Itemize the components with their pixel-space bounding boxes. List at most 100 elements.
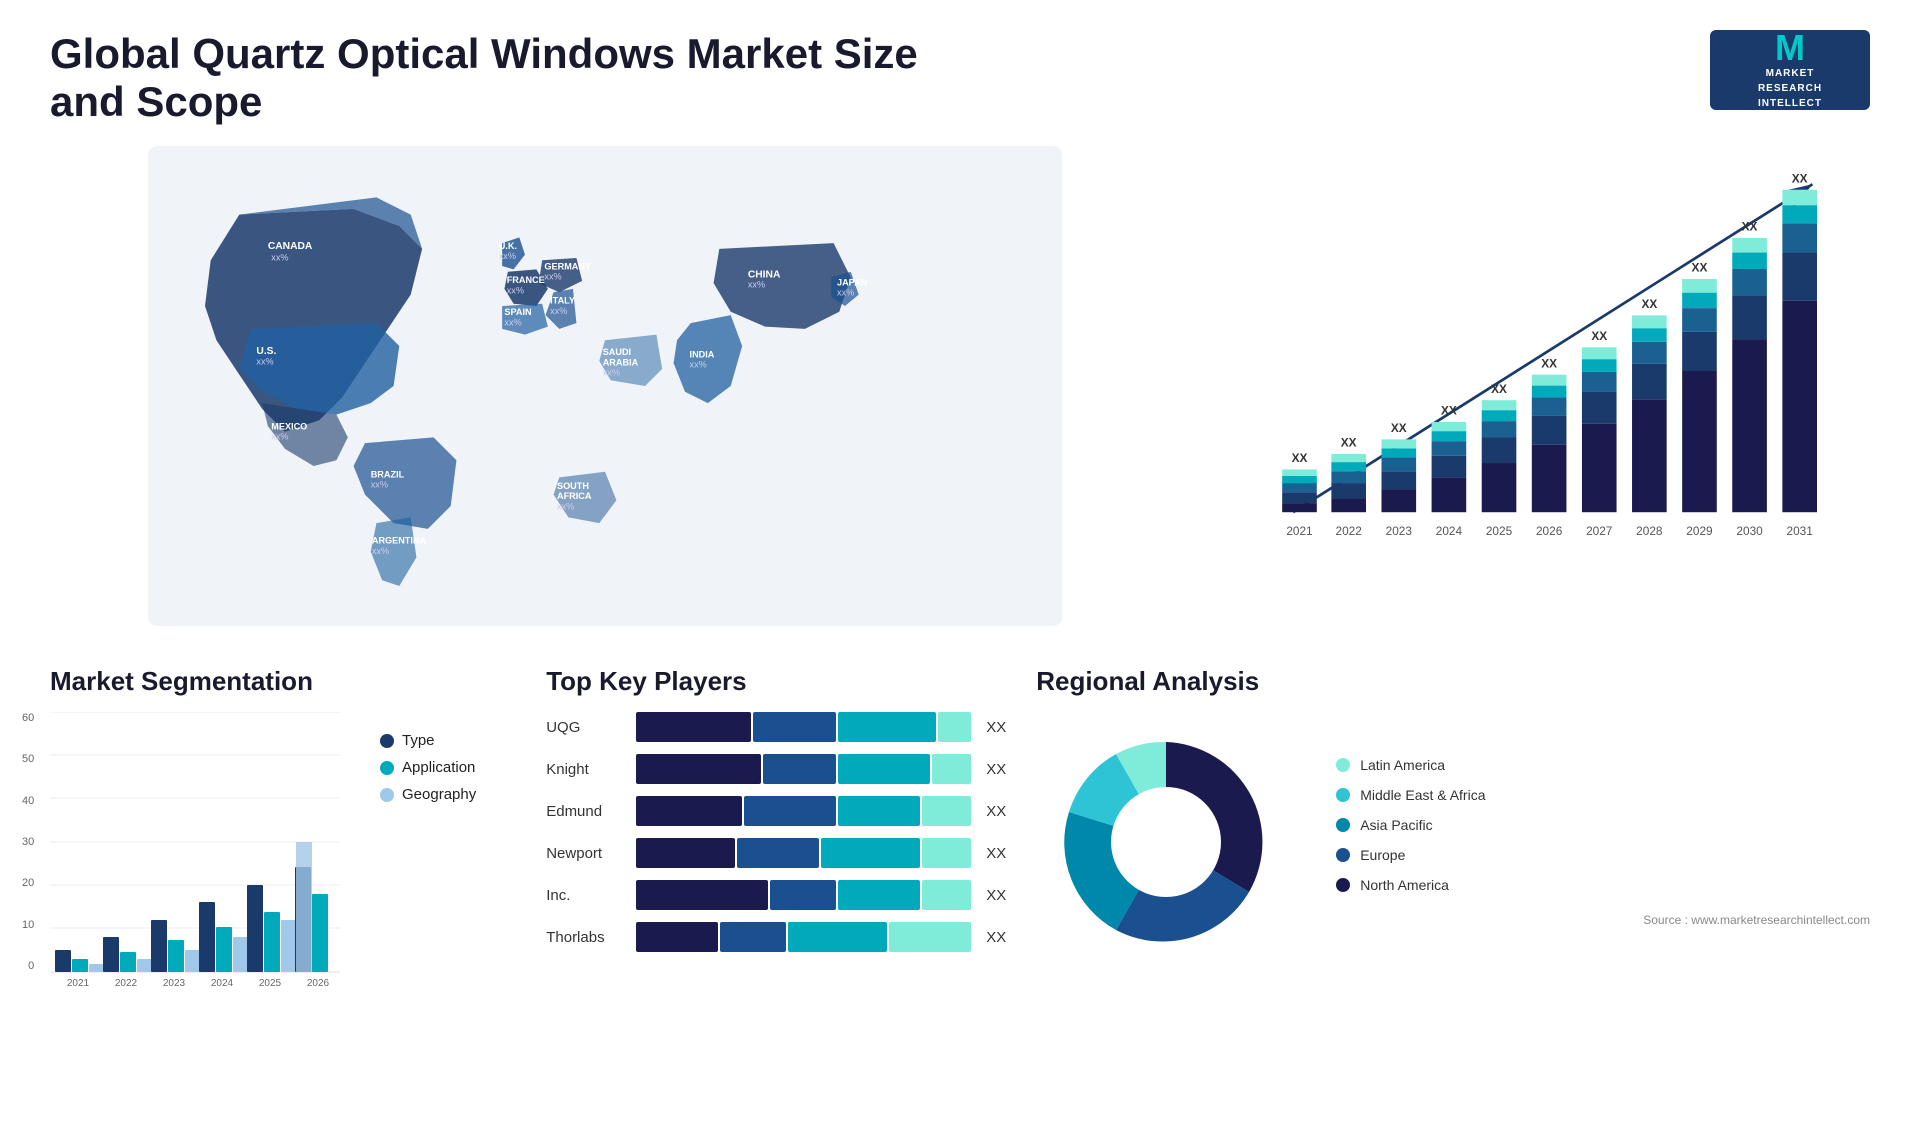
- svg-text:INDIA: INDIA: [690, 349, 715, 359]
- reg-legend-latin-america: Latin America: [1336, 757, 1870, 773]
- svg-text:xx%: xx%: [371, 480, 388, 490]
- segmentation-section: Market Segmentation 60 50 40 30 20 10 0: [50, 666, 476, 1007]
- growth-chart: XX 2021 XX 2022 XX 2023: [1190, 146, 1870, 626]
- svg-text:AFRICA: AFRICA: [557, 491, 592, 501]
- svg-text:CANADA: CANADA: [268, 241, 313, 252]
- svg-text:2028: 2028: [1636, 524, 1663, 538]
- svg-text:XX: XX: [1792, 171, 1808, 185]
- player-xx-newport: XX: [986, 845, 1006, 862]
- svg-text:SPAIN: SPAIN: [504, 307, 531, 317]
- svg-text:2030: 2030: [1736, 524, 1763, 538]
- svg-text:XX: XX: [1541, 356, 1557, 370]
- svg-text:2031: 2031: [1787, 524, 1813, 538]
- svg-text:U.K.: U.K.: [499, 241, 517, 251]
- svg-text:xx%: xx%: [507, 285, 524, 295]
- svg-text:BRAZIL: BRAZIL: [371, 469, 405, 479]
- svg-text:xx%: xx%: [271, 432, 288, 442]
- reg-label-latin-america: Latin America: [1360, 757, 1445, 773]
- players-title: Top Key Players: [546, 666, 1006, 697]
- regional-inner: Latin America Middle East & Africa Asia …: [1036, 712, 1870, 972]
- reg-label-asia-pacific: Asia Pacific: [1360, 817, 1432, 833]
- reg-legend-middle-east: Middle East & Africa: [1336, 787, 1870, 803]
- logo-text-line1: MARKET: [1758, 66, 1822, 81]
- reg-dot-latin-america: [1336, 758, 1350, 772]
- legend-dot-type: [380, 734, 394, 748]
- reg-label-north-america: North America: [1360, 877, 1449, 893]
- segmentation-title: Market Segmentation: [50, 666, 476, 697]
- legend-application: Application: [380, 759, 476, 776]
- svg-text:2023: 2023: [1386, 524, 1413, 538]
- legend-type: Type: [380, 732, 476, 749]
- svg-text:xx%: xx%: [504, 317, 521, 327]
- reg-dot-asia-pacific: [1336, 818, 1350, 832]
- reg-dot-middle-east: [1336, 788, 1350, 802]
- logo-letter: M: [1758, 30, 1822, 66]
- top-section: CANADA xx% U.S. xx% MEXICO xx% BRAZIL xx…: [50, 146, 1870, 626]
- y-label-30: 30: [22, 836, 34, 848]
- svg-text:XX: XX: [1742, 220, 1758, 234]
- player-bar-edmund: [636, 796, 971, 826]
- legend-label-geography: Geography: [402, 786, 476, 803]
- y-label-10: 10: [22, 919, 34, 931]
- legend-label-application: Application: [402, 759, 475, 776]
- svg-text:2026: 2026: [307, 978, 330, 989]
- svg-text:XX: XX: [1692, 261, 1708, 275]
- logo-area: M MARKET RESEARCH INTELLECT: [1710, 30, 1870, 110]
- legend-dot-geography: [380, 788, 394, 802]
- player-xx-thorlabs: XX: [986, 929, 1006, 946]
- svg-text:JAPAN: JAPAN: [837, 277, 867, 287]
- reg-label-europe: Europe: [1360, 847, 1405, 863]
- logo-text-line3: INTELLECT: [1758, 96, 1822, 111]
- svg-text:xx%: xx%: [544, 272, 561, 282]
- donut-chart: [1036, 712, 1296, 972]
- y-label-60: 60: [22, 712, 34, 724]
- svg-text:2024: 2024: [1436, 524, 1463, 538]
- svg-text:2022: 2022: [1336, 524, 1362, 538]
- legend-dot-application: [380, 761, 394, 775]
- svg-text:ARGENTINA: ARGENTINA: [372, 536, 427, 546]
- logo-text-line2: RESEARCH: [1758, 81, 1822, 96]
- player-bar-newport: [636, 838, 971, 868]
- segmentation-legend: Type Application Geography: [380, 732, 476, 813]
- player-name-uqg: UQG: [546, 719, 626, 736]
- svg-text:xx%: xx%: [271, 252, 288, 262]
- svg-text:2025: 2025: [1486, 524, 1513, 538]
- player-name-newport: Newport: [546, 845, 626, 862]
- svg-text:XX: XX: [1591, 329, 1607, 343]
- player-name-knight: Knight: [546, 761, 626, 778]
- reg-dot-north-america: [1336, 878, 1350, 892]
- svg-text:SAUDI: SAUDI: [603, 347, 631, 357]
- y-label-20: 20: [22, 877, 34, 889]
- source-text: Source : www.marketresearchintellect.com: [1336, 913, 1870, 927]
- page-header: Global Quartz Optical Windows Market Siz…: [50, 30, 1870, 126]
- legend-label-type: Type: [402, 732, 435, 749]
- svg-text:XX: XX: [1292, 451, 1308, 465]
- svg-text:xx%: xx%: [748, 280, 765, 290]
- reg-legend-europe: Europe: [1336, 847, 1870, 863]
- players-section: Top Key Players UQG XX Knight XX: [506, 666, 1006, 1007]
- player-row-newport: Newport XX: [546, 838, 1006, 868]
- svg-text:GERMANY: GERMANY: [544, 261, 591, 271]
- regional-title: Regional Analysis: [1036, 666, 1870, 697]
- svg-text:ARABIA: ARABIA: [603, 357, 639, 367]
- player-bar-inc: [636, 880, 971, 910]
- world-map: CANADA xx% U.S. xx% MEXICO xx% BRAZIL xx…: [50, 146, 1160, 626]
- reg-legend-north-america: North America: [1336, 877, 1870, 893]
- svg-text:SOUTH: SOUTH: [557, 481, 589, 491]
- bottom-section: Market Segmentation 60 50 40 30 20 10 0: [50, 666, 1870, 1007]
- player-name-inc: Inc.: [546, 887, 626, 904]
- svg-text:xx%: xx%: [690, 360, 707, 370]
- reg-label-middle-east: Middle East & Africa: [1360, 787, 1485, 803]
- svg-text:2025: 2025: [259, 978, 282, 989]
- svg-text:XX: XX: [1491, 382, 1507, 396]
- svg-text:XX: XX: [1391, 421, 1407, 435]
- svg-text:FRANCE: FRANCE: [507, 275, 545, 285]
- svg-text:MEXICO: MEXICO: [271, 421, 307, 431]
- player-row-edmund: Edmund XX: [546, 796, 1006, 826]
- player-name-thorlabs: Thorlabs: [546, 929, 626, 946]
- svg-text:ITALY: ITALY: [550, 296, 575, 306]
- player-row-inc: Inc. XX: [546, 880, 1006, 910]
- reg-dot-europe: [1336, 848, 1350, 862]
- legend-geography: Geography: [380, 786, 476, 803]
- y-label-40: 40: [22, 795, 34, 807]
